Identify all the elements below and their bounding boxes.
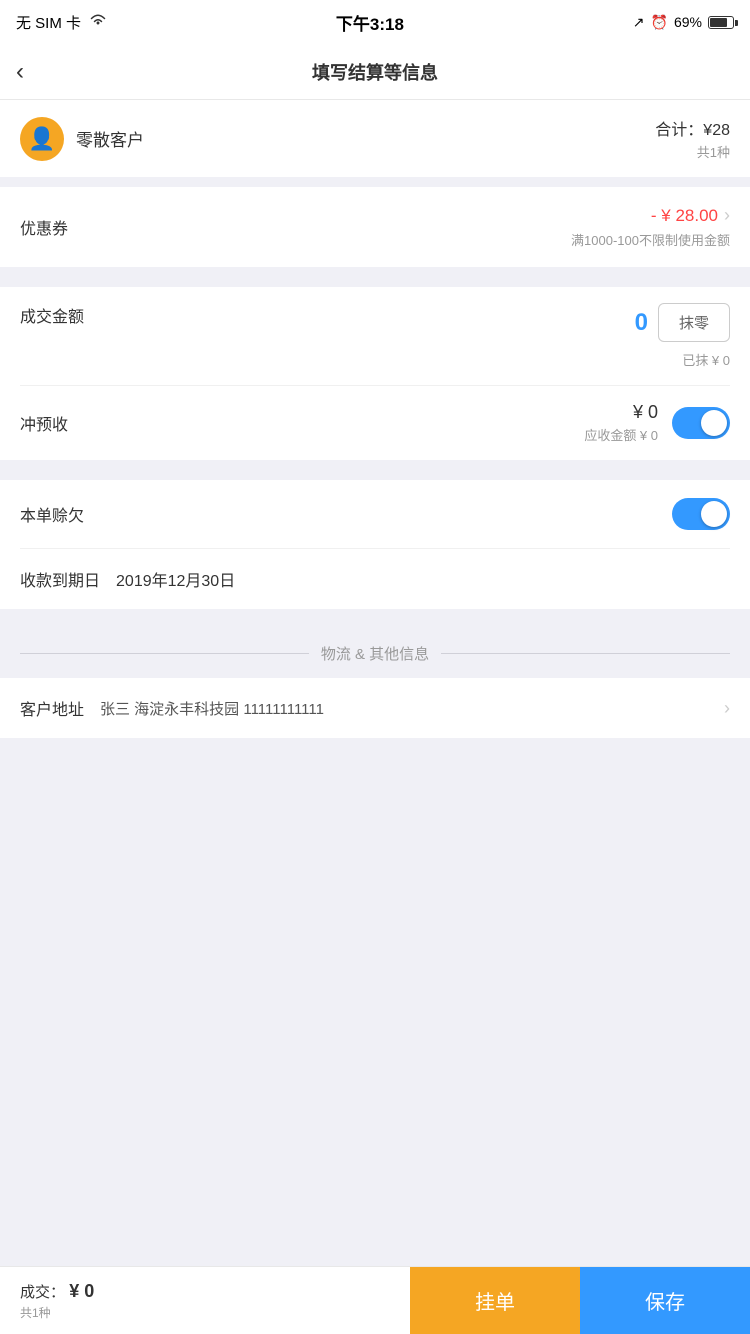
address-row[interactable]: 客户地址 张三 海淀永丰科技园 11111111111 › — [0, 678, 750, 738]
bottom-info: 成交： ¥ 0 共1种 — [0, 1281, 410, 1321]
coupon-chevron-icon: › — [724, 205, 730, 226]
content: 👤 零散客户 合计：¥28 共1种 优惠券 - ¥ 28.00 › 满1000-… — [0, 100, 750, 828]
bottom-deal-label: 成交： — [20, 1284, 65, 1301]
section-gap-2 — [0, 470, 750, 480]
bottom-deal-line: 成交： ¥ 0 — [20, 1281, 390, 1302]
status-time: 下午3:18 — [336, 10, 404, 35]
location-icon: ↗ — [633, 14, 645, 31]
battery-percent: 69% — [674, 14, 702, 30]
save-button[interactable]: 保存 — [580, 1267, 750, 1334]
sim-status: 无 SIM 卡 — [16, 12, 81, 33]
logistics-label: 物流 & 其他信息 — [321, 643, 429, 664]
wifi-icon — [89, 13, 107, 31]
deal-amount-row: 成交金额 0 抹零 已抹 ¥ 0 — [0, 287, 750, 385]
divider-line-right — [441, 653, 730, 654]
status-bar: 无 SIM 卡 下午3:18 ↗ ⏰ 69% — [0, 0, 750, 44]
page-title: 填写结算等信息 — [312, 59, 438, 85]
bottom-bar: 成交： ¥ 0 共1种 挂单 保存 — [0, 1266, 750, 1334]
alarm-icon: ⏰ — [651, 14, 668, 31]
customer-card: 👤 零散客户 合计：¥28 共1种 — [0, 100, 750, 177]
prepay-receivable: 应收金额 ¥ 0 — [584, 425, 658, 444]
due-date-value: 2019年12月30日 — [116, 567, 235, 591]
coupon-right: - ¥ 28.00 › 满1000-100不限制使用金额 — [571, 205, 730, 249]
avatar-icon: 👤 — [28, 126, 55, 152]
customer-avatar: 👤 — [20, 117, 64, 161]
deal-amount-label: 成交金额 — [20, 303, 84, 327]
customer-name: 零散客户 — [76, 126, 144, 151]
battery-icon — [708, 16, 734, 29]
status-left: 无 SIM 卡 — [16, 12, 107, 33]
round-zero-button[interactable]: 抹零 — [658, 303, 730, 342]
section-gap-1 — [0, 277, 750, 287]
customer-row: 👤 零散客户 合计：¥28 共1种 — [0, 100, 750, 177]
customer-left: 👤 零散客户 — [20, 117, 144, 161]
customer-total: 合计：¥28 — [655, 116, 730, 140]
prepay-amount: ¥ 0 — [584, 402, 658, 423]
prepay-row: 冲预收 ¥ 0 应收金额 ¥ 0 — [0, 386, 750, 460]
address-chevron-icon: › — [724, 698, 730, 719]
bottom-count: 共1种 — [20, 1304, 390, 1321]
credit-toggle-thumb — [701, 501, 727, 527]
prepay-toggle[interactable] — [672, 407, 730, 439]
divider-line-left — [20, 653, 309, 654]
address-value: 张三 海淀永丰科技园 11111111111 — [100, 698, 724, 719]
amount-input-area: 0 抹零 — [608, 303, 730, 342]
pending-button[interactable]: 挂单 — [410, 1267, 580, 1334]
nav-bar: ‹ 填写结算等信息 — [0, 44, 750, 100]
customer-right: 合计：¥28 共1种 — [655, 116, 730, 161]
deal-amount-sub: 已抹 ¥ 0 — [682, 350, 730, 369]
prepay-label: 冲预收 — [20, 411, 68, 435]
logistics-header: 物流 & 其他信息 — [0, 629, 750, 678]
prepay-values: ¥ 0 应收金额 ¥ 0 — [584, 402, 658, 444]
address-card: 客户地址 张三 海淀永丰科技园 11111111111 › — [0, 678, 750, 738]
due-date-row: 收款到期日 2019年12月30日 — [0, 549, 750, 609]
customer-count: 共1种 — [655, 142, 730, 161]
due-date-label: 收款到期日 — [20, 567, 100, 591]
status-right: ↗ ⏰ 69% — [633, 14, 734, 31]
address-label: 客户地址 — [20, 696, 84, 720]
deal-amount-card: 成交金额 0 抹零 已抹 ¥ 0 冲预收 ¥ 0 应收金额 ¥ 0 — [0, 287, 750, 460]
coupon-card: 优惠券 - ¥ 28.00 › 满1000-100不限制使用金额 — [0, 187, 750, 267]
coupon-row[interactable]: 优惠券 - ¥ 28.00 › 满1000-100不限制使用金额 — [0, 187, 750, 267]
coupon-value: - ¥ 28.00 — [651, 206, 718, 226]
toggle-thumb — [701, 410, 727, 436]
credit-row: 本单赊欠 — [0, 480, 750, 548]
credit-toggle[interactable] — [672, 498, 730, 530]
section-gap-3 — [0, 619, 750, 629]
credit-card: 本单赊欠 收款到期日 2019年12月30日 — [0, 480, 750, 609]
deal-amount-value[interactable]: 0 — [608, 309, 648, 337]
bottom-deal-amount: ¥ 0 — [69, 1281, 94, 1301]
coupon-label: 优惠券 — [20, 215, 68, 239]
prepay-right: ¥ 0 应收金额 ¥ 0 — [584, 402, 730, 444]
credit-label: 本单赊欠 — [20, 502, 84, 526]
coupon-sub-text: 满1000-100不限制使用金额 — [571, 230, 730, 249]
back-button[interactable]: ‹ — [16, 58, 24, 86]
